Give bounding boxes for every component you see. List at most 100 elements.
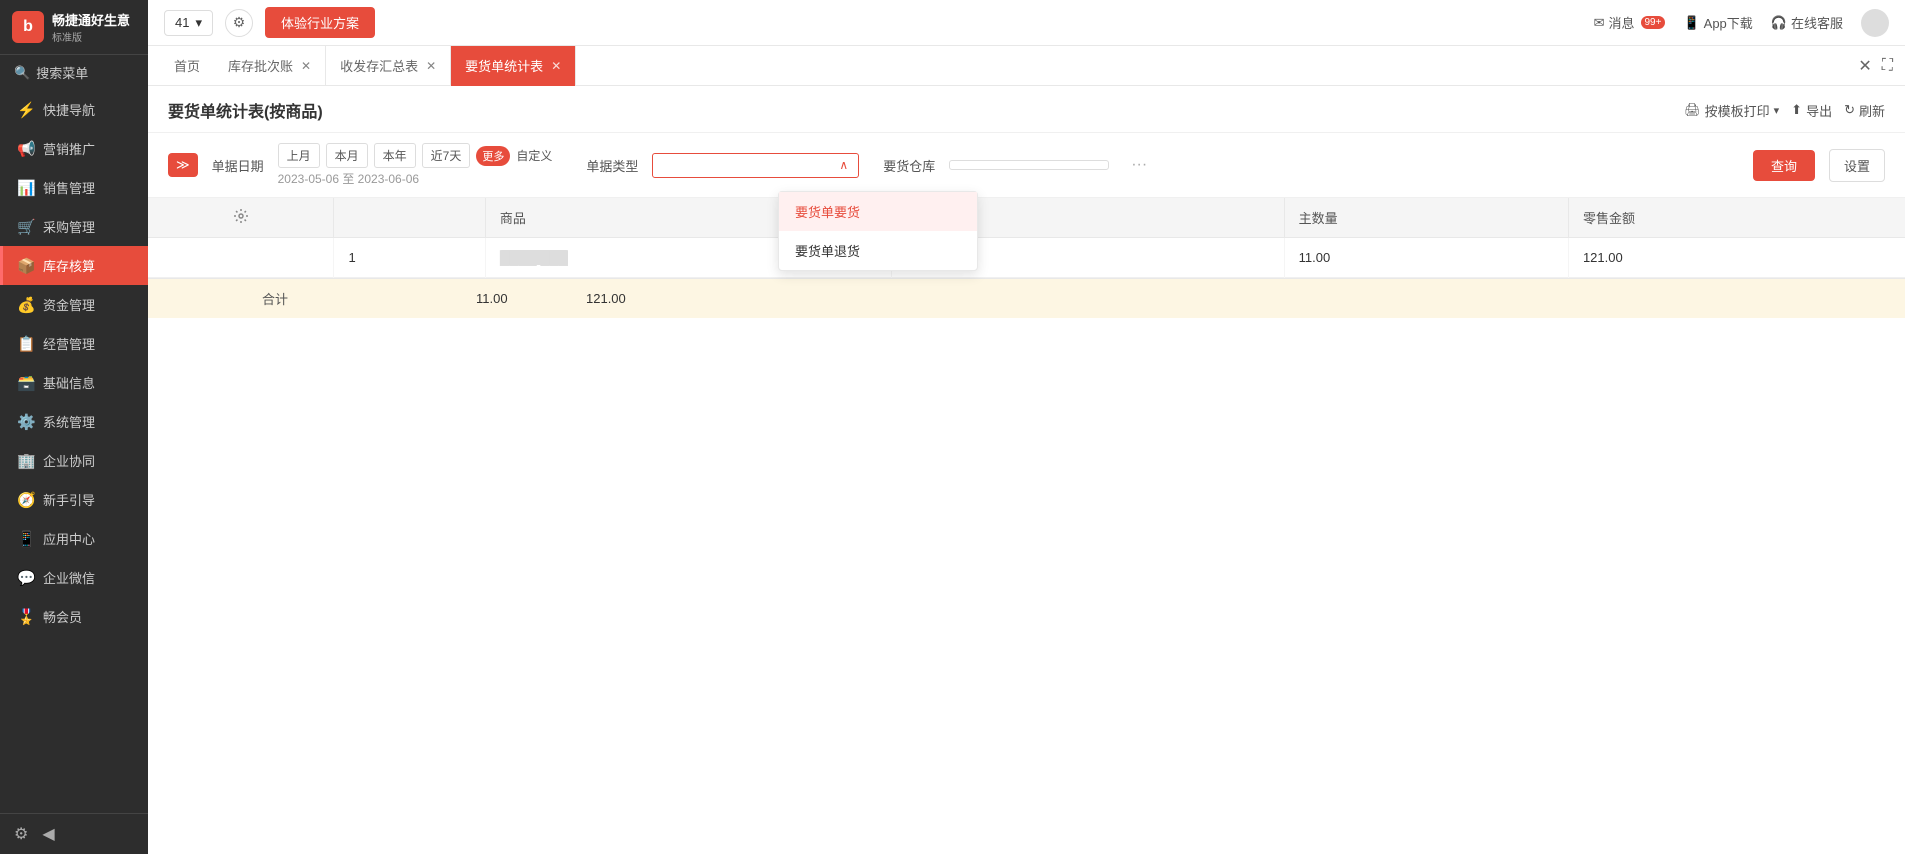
sidebar-search[interactable]: 🔍 搜索菜单 [0, 55, 148, 90]
tabs-bar: 首页 库存批次账 ✕ 收发存汇总表 ✕ 要货单统计表 ✕ ✕ ⛶ [148, 46, 1905, 86]
sidebar-item-quick-nav[interactable]: ⚡ 快捷导航 [0, 90, 148, 129]
refresh-button[interactable]: ↻ 刷新 [1844, 101, 1885, 120]
tab-batch-account-close[interactable]: ✕ [301, 59, 311, 73]
online-service-button[interactable]: 🎧 在线客服 [1771, 13, 1843, 32]
last-month-btn[interactable]: 上月 [278, 143, 320, 168]
warehouse-select[interactable] [949, 160, 1109, 170]
sidebar: b 畅捷通好生意 标准版 🔍 搜索菜单 ⚡ 快捷导航 📢 营销推广 📊 销售管理… [0, 0, 148, 854]
page-header-actions: 🖨 按模板打印 ▾ ⬆ 导出 ↻ 刷新 [1684, 101, 1885, 120]
app-logo-text: 畅捷通好生意 标准版 [52, 10, 130, 44]
dropdown-item-order-delivery[interactable]: 要货单要货 [779, 192, 977, 231]
type-dropdown-popup: 要货单要货 要货单退货 [778, 191, 978, 271]
data-table: 商品 主计量单位 主数量 零售金额 1 ████ ███ [148, 198, 1905, 278]
messages-badge: 99+ [1641, 16, 1666, 29]
main-content: 41 ▾ ⚙ 体验行业方案 ✉ 消息 99+ 📱 App下载 🎧 在线客服 [148, 0, 1905, 854]
trial-button[interactable]: 体验行业方案 [265, 7, 375, 38]
wechat-icon: 💬 [17, 569, 35, 587]
settings-button[interactable]: 设置 [1829, 149, 1885, 182]
tab-batch-account[interactable]: 库存批次账 ✕ [214, 46, 326, 86]
type-filter-label: 单据类型 [586, 156, 638, 175]
this-month-btn[interactable]: 本月 [326, 143, 368, 168]
print-dropdown-icon: ▾ [1774, 104, 1780, 117]
row-quantity-cell: 11.00 [1284, 238, 1568, 278]
row-index-cell: 1 [334, 238, 485, 278]
dropdown-arrow-icon: ▾ [195, 15, 202, 31]
sidebar-collapse-icon[interactable]: ◀ [42, 824, 54, 844]
sidebar-item-purchase[interactable]: 🛒 采购管理 [0, 207, 148, 246]
col-amount: 零售金额 [1568, 198, 1905, 238]
print-icon: 🖨 [1684, 102, 1701, 118]
sales-icon: 📊 [17, 179, 35, 197]
tab-order-stats-close[interactable]: ✕ [551, 59, 561, 73]
row-amount-cell: 121.00 [1568, 238, 1905, 278]
table: 商品 主计量单位 主数量 零售金额 1 ████ ███ [148, 198, 1905, 278]
tab-collection-summary-close[interactable]: ✕ [426, 59, 436, 73]
sidebar-item-basic-info[interactable]: 🗃️ 基础信息 [0, 363, 148, 402]
print-button[interactable]: 🖨 按模板打印 ▾ [1684, 101, 1779, 120]
table-header-row: 商品 主计量单位 主数量 零售金额 [148, 198, 1905, 238]
sidebar-item-finance[interactable]: 💰 资金管理 [0, 285, 148, 324]
phone-icon: 📱 [1683, 15, 1699, 31]
export-button[interactable]: ⬆ 导出 [1791, 101, 1832, 120]
guide-icon: 🧭 [17, 491, 35, 509]
date-buttons: 上月 本月 本年 近7天 更多 自定义 [278, 143, 553, 168]
col-settings [148, 198, 334, 238]
headset-icon: 🎧 [1771, 15, 1787, 31]
type-select-arrow-icon: ∧ [839, 158, 848, 172]
header-gear-button[interactable]: ⚙ [225, 9, 253, 37]
filter-bar: ≫ 单据日期 上月 本月 本年 近7天 更多 自定义 2023-05-06 至 … [148, 133, 1905, 198]
operations-icon: 📋 [17, 335, 35, 353]
top-header: 41 ▾ ⚙ 体验行业方案 ✉ 消息 99+ 📱 App下载 🎧 在线客服 [148, 0, 1905, 46]
page-content: 要货单统计表(按商品) 🖨 按模板打印 ▾ ⬆ 导出 ↻ 刷新 [148, 86, 1905, 854]
sidebar-logo: b 畅捷通好生意 标准版 [0, 0, 148, 55]
query-button[interactable]: 查询 [1753, 150, 1815, 181]
dropdown-item-order-return[interactable]: 要货单退货 [779, 231, 977, 270]
sidebar-item-guide[interactable]: 🧭 新手引导 [0, 480, 148, 519]
messages-button[interactable]: ✉ 消息 99+ [1594, 13, 1666, 32]
tab-collection-summary[interactable]: 收发存汇总表 ✕ [326, 46, 451, 86]
sidebar-settings-icon[interactable]: ⚙ [14, 824, 28, 844]
sidebar-item-inventory[interactable]: 📦 库存核算 [0, 246, 148, 285]
sidebar-item-system[interactable]: ⚙️ 系统管理 [0, 402, 148, 441]
footer-label: 合计 [162, 289, 362, 308]
footer-quantity: 11.00 [462, 291, 542, 306]
page-header: 要货单统计表(按商品) 🖨 按模板打印 ▾ ⬆ 导出 ↻ 刷新 [148, 86, 1905, 133]
message-icon: ✉ [1594, 15, 1605, 31]
app-download-button[interactable]: 📱 App下载 [1683, 13, 1752, 32]
last-7-days-btn[interactable]: 近7天 [422, 143, 471, 168]
company-value: 41 [175, 15, 189, 30]
custom-date-btn[interactable]: 自定义 [516, 147, 552, 164]
type-select[interactable]: ∧ [652, 153, 859, 178]
more-dates-badge[interactable]: 更多 [476, 146, 510, 166]
sidebar-nav: ⚡ 快捷导航 📢 营销推广 📊 销售管理 🛒 采购管理 📦 库存核算 💰 资金管… [0, 90, 148, 813]
tabs-expand-icon[interactable]: ⛶ [1882, 57, 1893, 75]
date-group: 上月 本月 本年 近7天 更多 自定义 2023-05-06 至 2023-06… [278, 143, 553, 187]
tabs-close-icon[interactable]: ✕ [1858, 56, 1871, 76]
company-dropdown[interactable]: 41 ▾ [164, 10, 213, 36]
sidebar-item-marketing[interactable]: 📢 营销推广 [0, 129, 148, 168]
member-icon: 🎖️ [17, 608, 35, 626]
col-quantity: 主数量 [1284, 198, 1568, 238]
warehouse-dots-button[interactable]: ··· [1131, 156, 1147, 174]
sidebar-item-app-center[interactable]: 📱 应用中心 [0, 519, 148, 558]
sidebar-item-member[interactable]: 🎖️ 畅会员 [0, 597, 148, 636]
finance-icon: 💰 [17, 296, 35, 314]
user-avatar[interactable] [1861, 9, 1889, 37]
this-year-btn[interactable]: 本年 [374, 143, 416, 168]
sidebar-item-enterprise[interactable]: 🏢 企业协同 [0, 441, 148, 480]
filter-expand-button[interactable]: ≫ [168, 153, 198, 177]
sidebar-item-operations[interactable]: 📋 经营管理 [0, 324, 148, 363]
search-icon: 🔍 [14, 65, 30, 81]
purchase-icon: 🛒 [17, 218, 35, 236]
system-icon: ⚙️ [17, 413, 35, 431]
tab-home[interactable]: 首页 [160, 46, 214, 86]
sidebar-bottom: ⚙ ◀ [0, 813, 148, 854]
sidebar-item-sales[interactable]: 📊 销售管理 [0, 168, 148, 207]
product-masked-text: ████ ███ [500, 250, 568, 265]
tab-order-stats[interactable]: 要货单统计表 ✕ [451, 46, 576, 86]
date-range-text: 2023-05-06 至 2023-06-06 [278, 170, 553, 187]
type-input[interactable] [663, 158, 839, 173]
marketing-icon: 📢 [17, 140, 35, 158]
date-filter-label: 单据日期 [212, 156, 264, 175]
sidebar-item-wechat[interactable]: 💬 企业微信 [0, 558, 148, 597]
